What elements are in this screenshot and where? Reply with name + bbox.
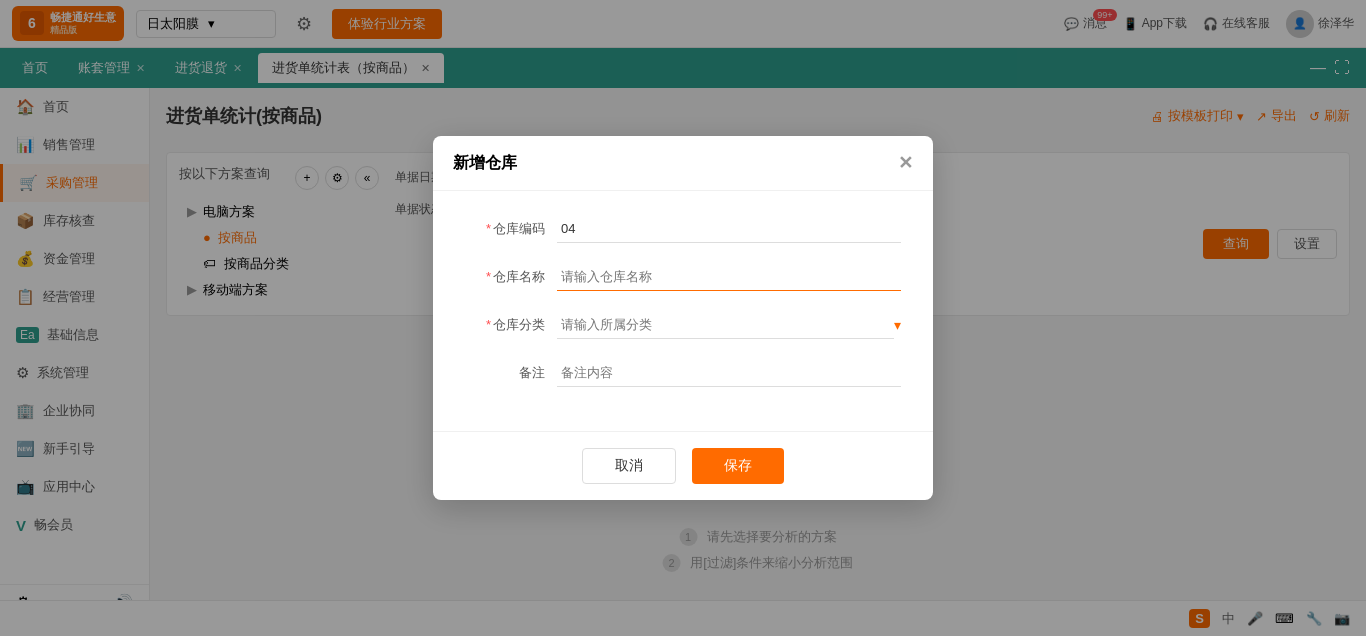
code-label: 仓库编码 [465,220,545,238]
dialog-body: 仓库编码 仓库名称 仓库分类 ▾ 备注 [433,191,933,431]
dialog-header: 新增仓库 ✕ [433,136,933,191]
remark-label: 备注 [465,364,545,382]
category-input[interactable] [557,311,894,339]
dialog-footer: 取消 保存 [433,431,933,500]
form-row-remark: 备注 [465,359,901,387]
save-button[interactable]: 保存 [692,448,784,484]
dialog-close-button[interactable]: ✕ [898,152,913,174]
modal-overlay: 新增仓库 ✕ 仓库编码 仓库名称 仓库分类 ▾ [0,0,1366,636]
name-input[interactable] [557,263,901,291]
form-row-name: 仓库名称 [465,263,901,291]
name-label: 仓库名称 [465,268,545,286]
new-warehouse-dialog: 新增仓库 ✕ 仓库编码 仓库名称 仓库分类 ▾ [433,136,933,500]
dialog-title: 新增仓库 [453,153,517,174]
cancel-button[interactable]: 取消 [582,448,676,484]
category-label: 仓库分类 [465,316,545,334]
form-row-category: 仓库分类 ▾ [465,311,901,339]
category-chevron-icon[interactable]: ▾ [894,317,901,333]
code-input[interactable] [557,215,901,243]
form-row-code: 仓库编码 [465,215,901,243]
remark-input[interactable] [557,359,901,387]
